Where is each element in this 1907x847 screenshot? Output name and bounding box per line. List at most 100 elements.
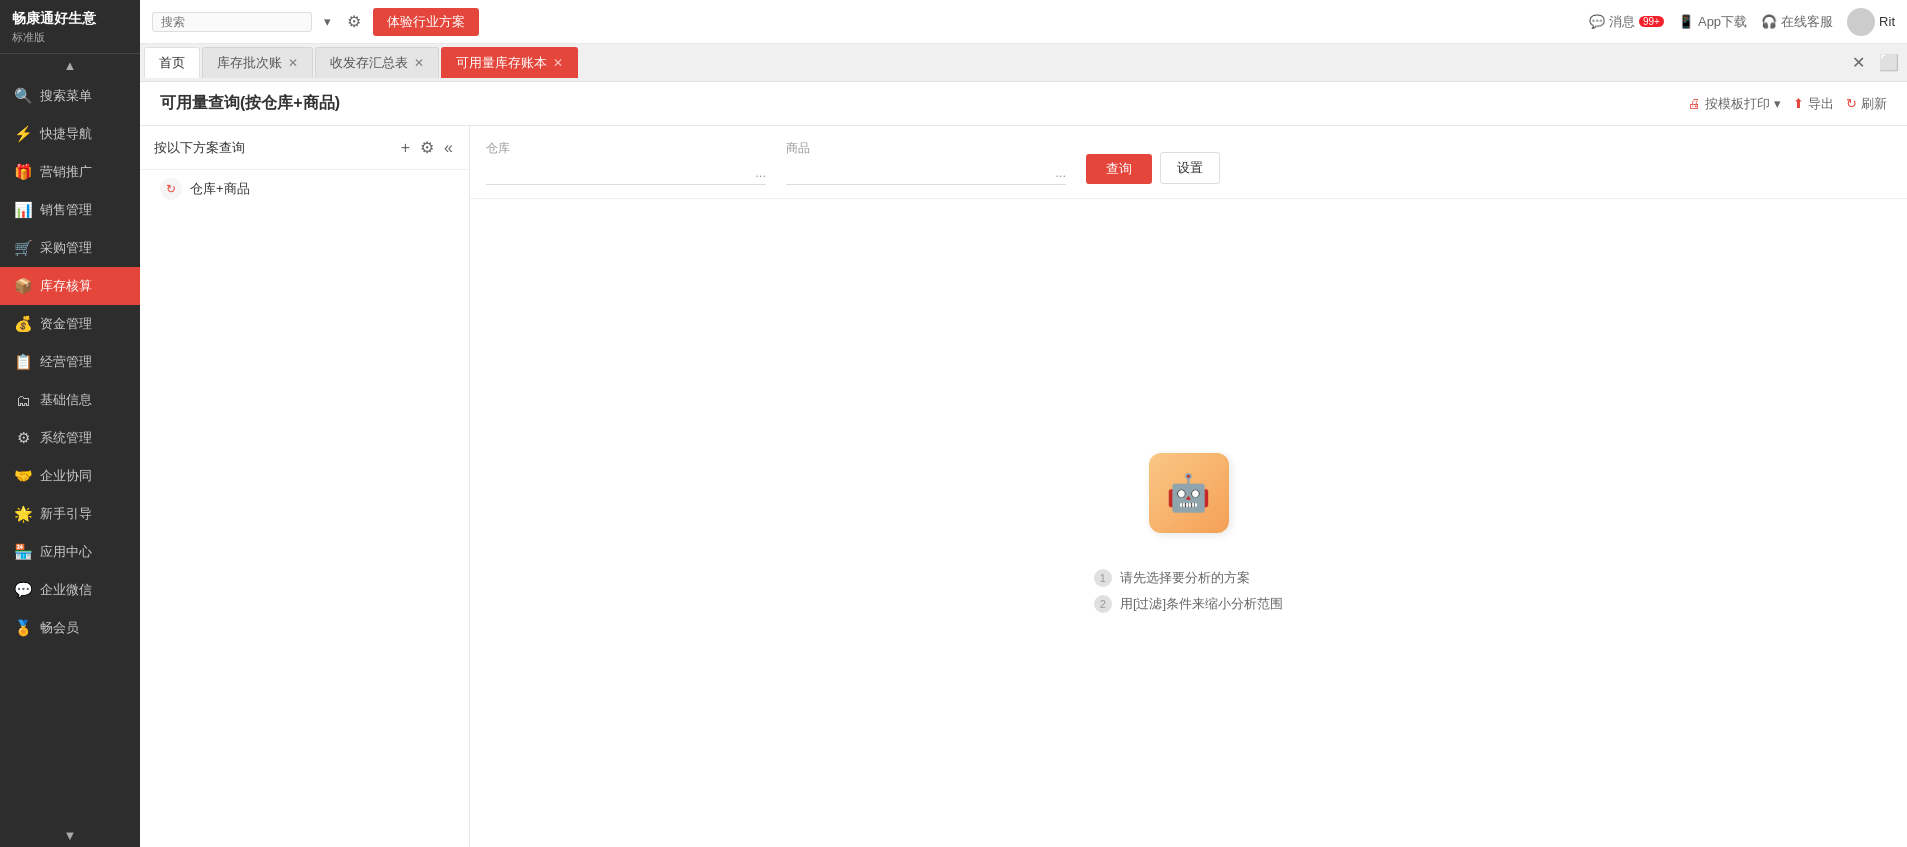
topbar-dropdown-btn[interactable]: ▾ [320,14,335,29]
sidebar-item-label-basic: 基础信息 [40,391,126,409]
filter-item-warehouse-goods[interactable]: ↻ 仓库+商品 [140,170,469,208]
message-label: 消息 [1609,13,1635,31]
sidebar-item-appstore[interactable]: 🏪 应用中心 [0,533,140,571]
empty-hint-2: 2 用[过滤]条件来缩小分析范围 [1094,595,1283,613]
goods-field-input[interactable]: ... [786,161,1066,185]
filter-item-label: 仓库+商品 [190,180,250,198]
warehouse-field-input[interactable]: ... [486,161,766,185]
sidebar-item-marketing[interactable]: 🎁 营销推广 [0,153,140,191]
inventory-icon: 📦 [14,277,32,295]
topbar: ▾ ⚙ 体验行业方案 💬 消息 99+ 📱 App下载 🎧 在线客服 [140,0,1907,44]
headset-icon: 🎧 [1761,14,1777,29]
sidebar-scroll-up[interactable]: ▲ [0,54,140,77]
filter-panel: 按以下方案查询 + ⚙ « ↻ 仓库+商品 [140,126,470,847]
sidebar-item-label-system: 系统管理 [40,429,126,447]
tab-batch[interactable]: 库存批次账 ✕ [202,47,313,78]
empty-state: 🤖 1 请先选择要分析的方案 2 用[过滤]条件来缩小分析范围 [470,199,1907,847]
sidebar-item-newbie[interactable]: 🌟 新手引导 [0,495,140,533]
sidebar-item-label-search: 搜索菜单 [40,87,126,105]
export-icon: ⬆ [1793,96,1804,111]
tab-close-available[interactable]: ✕ [553,56,563,70]
app-edition: 标准版 [12,30,128,45]
empty-illustration: 🤖 [1129,433,1249,553]
main-area: ▾ ⚙ 体验行业方案 💬 消息 99+ 📱 App下载 🎧 在线客服 [140,0,1907,847]
topbar-gear-btn[interactable]: ⚙ [343,12,365,31]
tab-close-batch[interactable]: ✕ [288,56,298,70]
sidebar-item-cooperation[interactable]: 🤝 企业协同 [0,457,140,495]
industry-btn[interactable]: 体验行业方案 [373,8,479,36]
hint-text-1: 请先选择要分析的方案 [1120,569,1250,587]
message-btn[interactable]: 💬 消息 99+ [1589,13,1664,31]
sidebar-scroll-down[interactable]: ▼ [0,824,140,847]
sidebar-item-finance[interactable]: 💰 资金管理 [0,305,140,343]
sidebar-item-label-newbie: 新手引导 [40,505,126,523]
sidebar-item-wecom[interactable]: 💬 企业微信 [0,571,140,609]
filter-header-label: 按以下方案查询 [154,139,393,157]
sales-icon: 📊 [14,201,32,219]
page-actions: 🖨 按模板打印 ▾ ⬆ 导出 ↻ 刷新 [1688,95,1887,113]
user-name: Rit [1879,14,1895,29]
sidebar-item-label-marketing: 营销推广 [40,163,126,181]
sidebar-item-basic[interactable]: 🗂 基础信息 [0,381,140,419]
tab-maximize-btn[interactable]: ⬜ [1875,53,1903,72]
filter-collapse-btn[interactable]: « [442,139,455,157]
tab-close-all-btn[interactable]: ✕ [1848,53,1869,72]
sidebar: 畅康通好生意 标准版 ▲ 🔍 搜索菜单 ⚡ 快捷导航 🎁 营销推广 📊 销售管理… [0,0,140,847]
sidebar-item-label-appstore: 应用中心 [40,543,126,561]
tab-label-home: 首页 [159,54,185,72]
query-area: 仓库 ... 商品 ... 查询 [470,126,1907,847]
warehouse-more-btn[interactable]: ... [755,165,766,180]
phone-icon: 📱 [1678,14,1694,29]
avatar [1847,8,1875,36]
goods-input[interactable] [786,165,1055,180]
tab-label-batch: 库存批次账 [217,54,282,72]
print-dropdown-icon[interactable]: ▾ [1774,96,1781,111]
finance-icon: 💰 [14,315,32,333]
export-btn[interactable]: ⬆ 导出 [1793,95,1834,113]
marketing-icon: 🎁 [14,163,32,181]
sidebar-item-inventory[interactable]: 📦 库存核算 [0,267,140,305]
sidebar-item-sales[interactable]: 📊 销售管理 [0,191,140,229]
print-template-btn[interactable]: 🖨 按模板打印 ▾ [1688,95,1781,113]
member-icon: 🏅 [14,619,32,637]
sidebar-item-operation[interactable]: 📋 经营管理 [0,343,140,381]
filter-settings-btn[interactable]: ⚙ [418,138,436,157]
goods-more-btn[interactable]: ... [1055,165,1066,180]
sidebar-item-member[interactable]: 🏅 畅会员 [0,609,140,647]
search-input[interactable] [161,15,291,29]
tab-close-collection[interactable]: ✕ [414,56,424,70]
sidebar-item-system[interactable]: ⚙ 系统管理 [0,419,140,457]
customer-service-label: 在线客服 [1781,13,1833,31]
hint-text-2: 用[过滤]条件来缩小分析范围 [1120,595,1283,613]
filter-add-btn[interactable]: + [399,139,412,157]
refresh-btn[interactable]: ↻ 刷新 [1846,95,1887,113]
hint-num-1: 1 [1094,569,1112,587]
sidebar-item-label-purchase: 采购管理 [40,239,126,257]
sidebar-item-purchase[interactable]: 🛒 采购管理 [0,229,140,267]
empty-hint-1: 1 请先选择要分析的方案 [1094,569,1283,587]
sidebar-item-label-member: 畅会员 [40,619,126,637]
sidebar-item-search[interactable]: 🔍 搜索菜单 [0,77,140,115]
tab-home[interactable]: 首页 [144,47,200,78]
customer-service-btn[interactable]: 🎧 在线客服 [1761,13,1833,31]
topbar-search-box[interactable] [152,12,312,32]
empty-robot-icon: 🤖 [1149,453,1229,533]
user-info[interactable]: Rit [1847,8,1895,36]
query-btn[interactable]: 查询 [1086,154,1152,184]
app-download-label: App下载 [1698,13,1747,31]
warehouse-input[interactable] [486,165,755,180]
basic-icon: 🗂 [14,392,32,409]
operation-icon: 📋 [14,353,32,371]
tab-collection[interactable]: 收发存汇总表✕ [315,47,439,78]
sidebar-item-label-cooperation: 企业协同 [40,467,126,485]
sidebar-scroll: 🔍 搜索菜单 ⚡ 快捷导航 🎁 营销推广 📊 销售管理 🛒 采购管理 📦 库存核… [0,77,140,824]
filter-header: 按以下方案查询 + ⚙ « [140,126,469,170]
tab-available[interactable]: 可用量库存账本✕ [441,47,578,78]
goods-field-label: 商品 [786,140,1066,157]
query-settings-btn[interactable]: 设置 [1160,152,1220,184]
goods-field: 商品 ... [786,140,1066,185]
sidebar-item-shortcut[interactable]: ⚡ 快捷导航 [0,115,140,153]
sidebar-header: 畅康通好生意 标准版 [0,0,140,54]
app-download-btn[interactable]: 📱 App下载 [1678,13,1747,31]
purchase-icon: 🛒 [14,239,32,257]
